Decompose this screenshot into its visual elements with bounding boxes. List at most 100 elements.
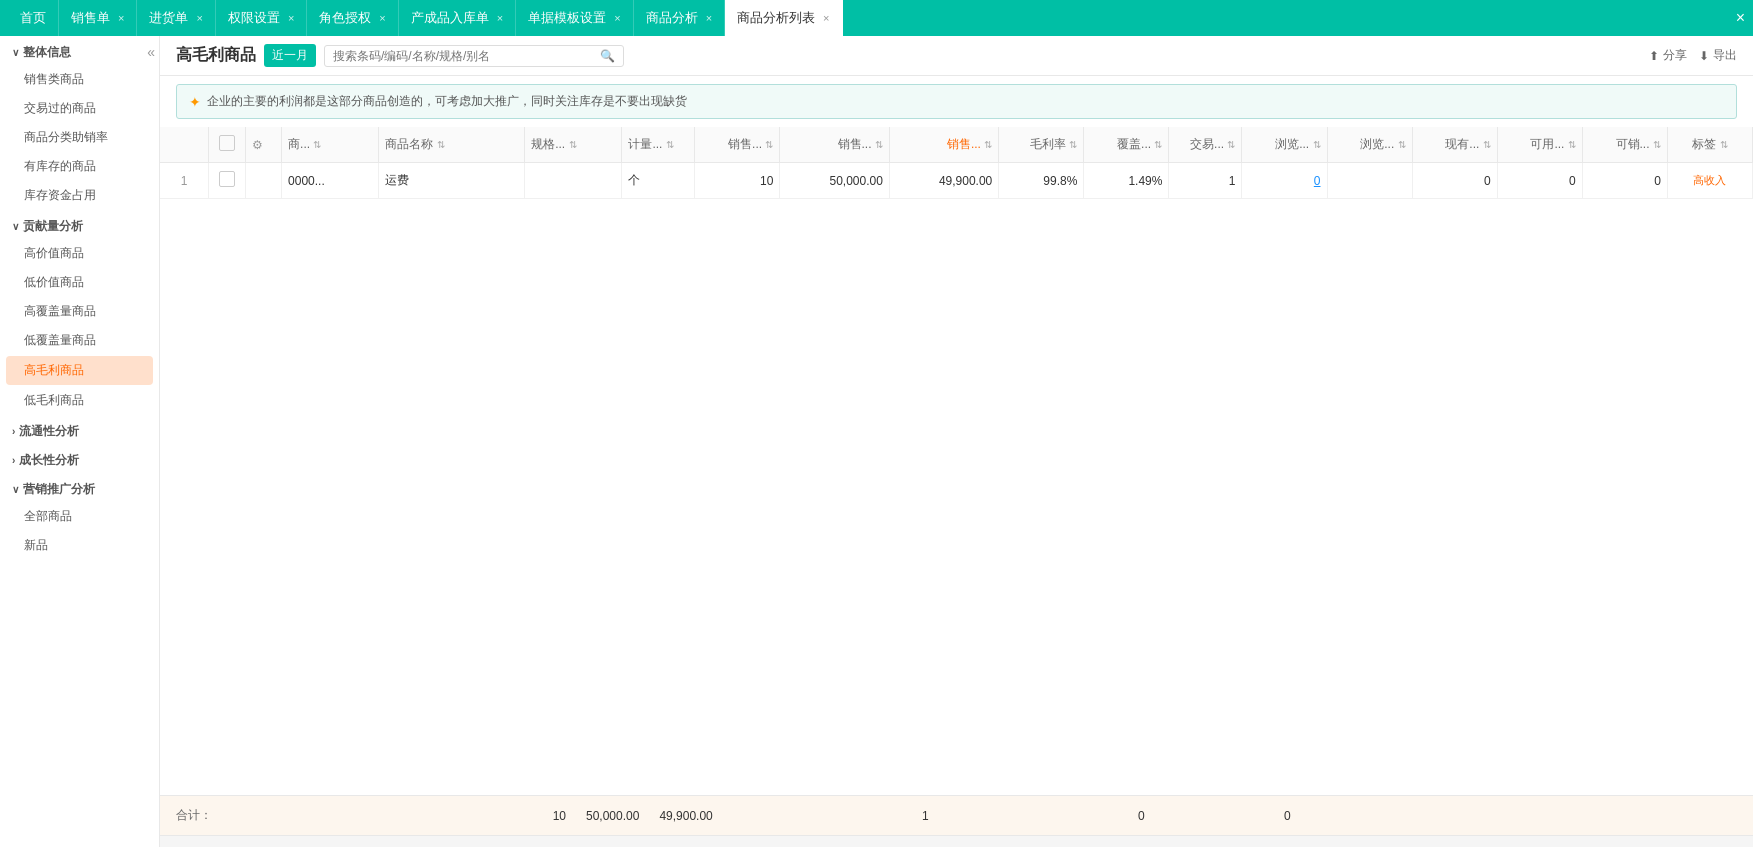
sidebar-item-all-goods[interactable]: 全部商品 bbox=[0, 502, 159, 531]
sort-gross-rate-icon: ⇅ bbox=[1069, 139, 1077, 150]
search-icon[interactable]: 🔍 bbox=[600, 49, 615, 63]
nav-tab-purchase[interactable]: 进货单 × bbox=[137, 0, 215, 36]
th-coverage[interactable]: 覆盖... ⇅ bbox=[1084, 127, 1169, 163]
close-role-tab[interactable]: × bbox=[379, 12, 385, 24]
nav-tab-role[interactable]: 角色授权 × bbox=[307, 0, 398, 36]
table-row: 1 0000... 运费 个 10 50,000.00 49,900.00 99… bbox=[160, 163, 1753, 199]
row-coverage: 1.49% bbox=[1084, 163, 1169, 199]
th-transaction[interactable]: 交易... ⇅ bbox=[1169, 127, 1242, 163]
sort-sales-qty-icon: ⇅ bbox=[765, 139, 773, 150]
nav-tab-permission[interactable]: 权限设置 × bbox=[216, 0, 307, 36]
page-title: 高毛利商品 bbox=[176, 45, 256, 66]
sort-stock-avail-icon: ⇅ bbox=[1568, 139, 1576, 150]
nav-tab-analysis-list[interactable]: 商品分析列表 × bbox=[725, 0, 842, 36]
column-settings-icon[interactable]: ⚙ bbox=[252, 138, 263, 152]
bottom-scrollbar[interactable] bbox=[160, 835, 1753, 847]
sidebar-item-low-value[interactable]: 低价值商品 bbox=[0, 268, 159, 297]
th-name[interactable]: 商品名称 ⇅ bbox=[379, 127, 525, 163]
sidebar-item-low-coverage[interactable]: 低覆盖量商品 bbox=[0, 326, 159, 355]
th-unit[interactable]: 计量... ⇅ bbox=[622, 127, 695, 163]
goods-table: ⚙ 商... ⇅ 商品名称 ⇅ 规格... ⇅ 计量... ⇅ 销售... ⇅ … bbox=[160, 127, 1753, 199]
th-code[interactable]: 商... ⇅ bbox=[282, 127, 379, 163]
sort-stock-sell-icon: ⇅ bbox=[1653, 139, 1661, 150]
row-browse1[interactable]: 0 bbox=[1242, 163, 1327, 199]
th-stock-current[interactable]: 现有... ⇅ bbox=[1412, 127, 1497, 163]
share-button[interactable]: ⬆ 分享 bbox=[1649, 47, 1687, 64]
close-all-tabs-icon[interactable]: × bbox=[1736, 9, 1745, 27]
nav-tab-product-inbound[interactable]: 产成品入库单 × bbox=[399, 0, 516, 36]
sort-browse1-icon: ⇅ bbox=[1313, 139, 1321, 150]
row-stock-sell: 0 bbox=[1582, 163, 1667, 199]
th-stock-avail[interactable]: 可用... ⇅ bbox=[1497, 127, 1582, 163]
nav-tab-home[interactable]: 首页 bbox=[8, 0, 59, 36]
close-analysis-list-tab[interactable]: × bbox=[823, 12, 829, 24]
row-transaction: 1 bbox=[1169, 163, 1242, 199]
th-spec[interactable]: 规格... ⇅ bbox=[525, 127, 622, 163]
search-wrap: 🔍 bbox=[324, 45, 624, 67]
export-icon: ⬇ bbox=[1699, 49, 1709, 63]
sidebar-item-category-rate[interactable]: 商品分类助销率 bbox=[0, 123, 159, 152]
sidebar-item-sales-goods[interactable]: 销售类商品 bbox=[0, 65, 159, 94]
th-sales-amount[interactable]: 销售... ⇅ bbox=[780, 127, 889, 163]
close-purchase-tab[interactable]: × bbox=[196, 12, 202, 24]
period-button[interactable]: 近一月 bbox=[264, 44, 316, 67]
row-checkbox[interactable] bbox=[219, 171, 235, 187]
sidebar-item-high-margin[interactable]: 高毛利商品 bbox=[6, 356, 153, 385]
sidebar-group-overall[interactable]: ∨ 整体信息 bbox=[0, 36, 159, 65]
close-product-inbound-tab[interactable]: × bbox=[497, 12, 503, 24]
row-code: 0000... bbox=[282, 163, 379, 199]
row-check[interactable] bbox=[209, 163, 245, 199]
sort-stock-current-icon: ⇅ bbox=[1483, 139, 1491, 150]
footer-sales-amount: 50,000.00 bbox=[580, 809, 645, 823]
th-tag[interactable]: 标签 ⇅ bbox=[1667, 127, 1752, 163]
sidebar-group-growth[interactable]: › 成长性分析 bbox=[0, 444, 159, 473]
sidebar-item-high-value[interactable]: 高价值商品 bbox=[0, 239, 159, 268]
sidebar-collapse-btn[interactable]: « bbox=[147, 44, 155, 60]
sort-sales-amount-icon: ⇅ bbox=[875, 139, 883, 150]
th-sales-qty[interactable]: 销售... ⇅ bbox=[695, 127, 780, 163]
export-button[interactable]: ⬇ 导出 bbox=[1699, 47, 1737, 64]
th-stock-sell[interactable]: 可销... ⇅ bbox=[1582, 127, 1667, 163]
sidebar-item-traded-goods[interactable]: 交易过的商品 bbox=[0, 94, 159, 123]
footer-sales-profit: 49,900.00 bbox=[653, 809, 718, 823]
th-gross-rate[interactable]: 毛利率 ⇅ bbox=[999, 127, 1084, 163]
sidebar-item-new-goods[interactable]: 新品 bbox=[0, 531, 159, 560]
main-layout: « ∨ 整体信息 销售类商品 交易过的商品 商品分类助销率 有库存的商品 库存资… bbox=[0, 36, 1753, 847]
sort-tag-icon: ⇅ bbox=[1720, 139, 1728, 150]
sidebar-group-liquidity[interactable]: › 流通性分析 bbox=[0, 415, 159, 444]
row-stock-current: 0 bbox=[1412, 163, 1497, 199]
row-browse2 bbox=[1327, 163, 1412, 199]
th-settings[interactable]: ⚙ bbox=[245, 127, 281, 163]
browse1-link[interactable]: 0 bbox=[1314, 174, 1321, 188]
info-banner: ✦ 企业的主要的利润都是这部分商品创造的，可考虑加大推广，同时关注库存是不要出现… bbox=[176, 84, 1737, 119]
content-area: 高毛利商品 近一月 🔍 ⬆ 分享 ⬇ 导出 ✦ 企业的主要的利润都是这部分商品创… bbox=[160, 36, 1753, 847]
close-template-tab[interactable]: × bbox=[614, 12, 620, 24]
sort-sales-profit-icon: ⇅ bbox=[984, 139, 992, 150]
nav-tab-analysis[interactable]: 商品分析 × bbox=[634, 0, 725, 36]
sidebar-item-high-coverage[interactable]: 高覆盖量商品 bbox=[0, 297, 159, 326]
sidebar-item-low-margin[interactable]: 低毛利商品 bbox=[0, 386, 159, 415]
footer-total: 合计： 10 50,000.00 49,900.00 1 0 0 bbox=[160, 795, 1753, 835]
search-input[interactable] bbox=[333, 49, 596, 63]
sidebar-item-stocked-goods[interactable]: 有库存的商品 bbox=[0, 152, 159, 181]
footer-sales-qty: 10 bbox=[512, 809, 572, 823]
sidebar-item-stock-capital[interactable]: 库存资金占用 bbox=[0, 181, 159, 210]
th-sales-profit[interactable]: 销售... ⇅ bbox=[889, 127, 998, 163]
info-icon: ✦ bbox=[189, 94, 201, 110]
select-all-checkbox[interactable] bbox=[219, 135, 235, 151]
nav-tab-sales[interactable]: 销售单 × bbox=[59, 0, 137, 36]
marketing-group-arrow: ∨ bbox=[12, 484, 19, 495]
th-check[interactable] bbox=[209, 127, 245, 163]
nav-tab-template[interactable]: 单据模板设置 × bbox=[516, 0, 633, 36]
close-sales-tab[interactable]: × bbox=[118, 12, 124, 24]
sort-transaction-icon: ⇅ bbox=[1227, 139, 1235, 150]
th-browse1[interactable]: 浏览... ⇅ bbox=[1242, 127, 1327, 163]
sort-spec-icon: ⇅ bbox=[569, 139, 577, 150]
th-browse2[interactable]: 浏览... ⇅ bbox=[1327, 127, 1412, 163]
sidebar-group-contribution[interactable]: ∨ 贡献量分析 bbox=[0, 210, 159, 239]
sidebar-group-marketing[interactable]: ∨ 营销推广分析 bbox=[0, 473, 159, 502]
close-analysis-tab[interactable]: × bbox=[706, 12, 712, 24]
sort-coverage-icon: ⇅ bbox=[1154, 139, 1162, 150]
table-container[interactable]: ⚙ 商... ⇅ 商品名称 ⇅ 规格... ⇅ 计量... ⇅ 销售... ⇅ … bbox=[160, 127, 1753, 795]
close-permission-tab[interactable]: × bbox=[288, 12, 294, 24]
